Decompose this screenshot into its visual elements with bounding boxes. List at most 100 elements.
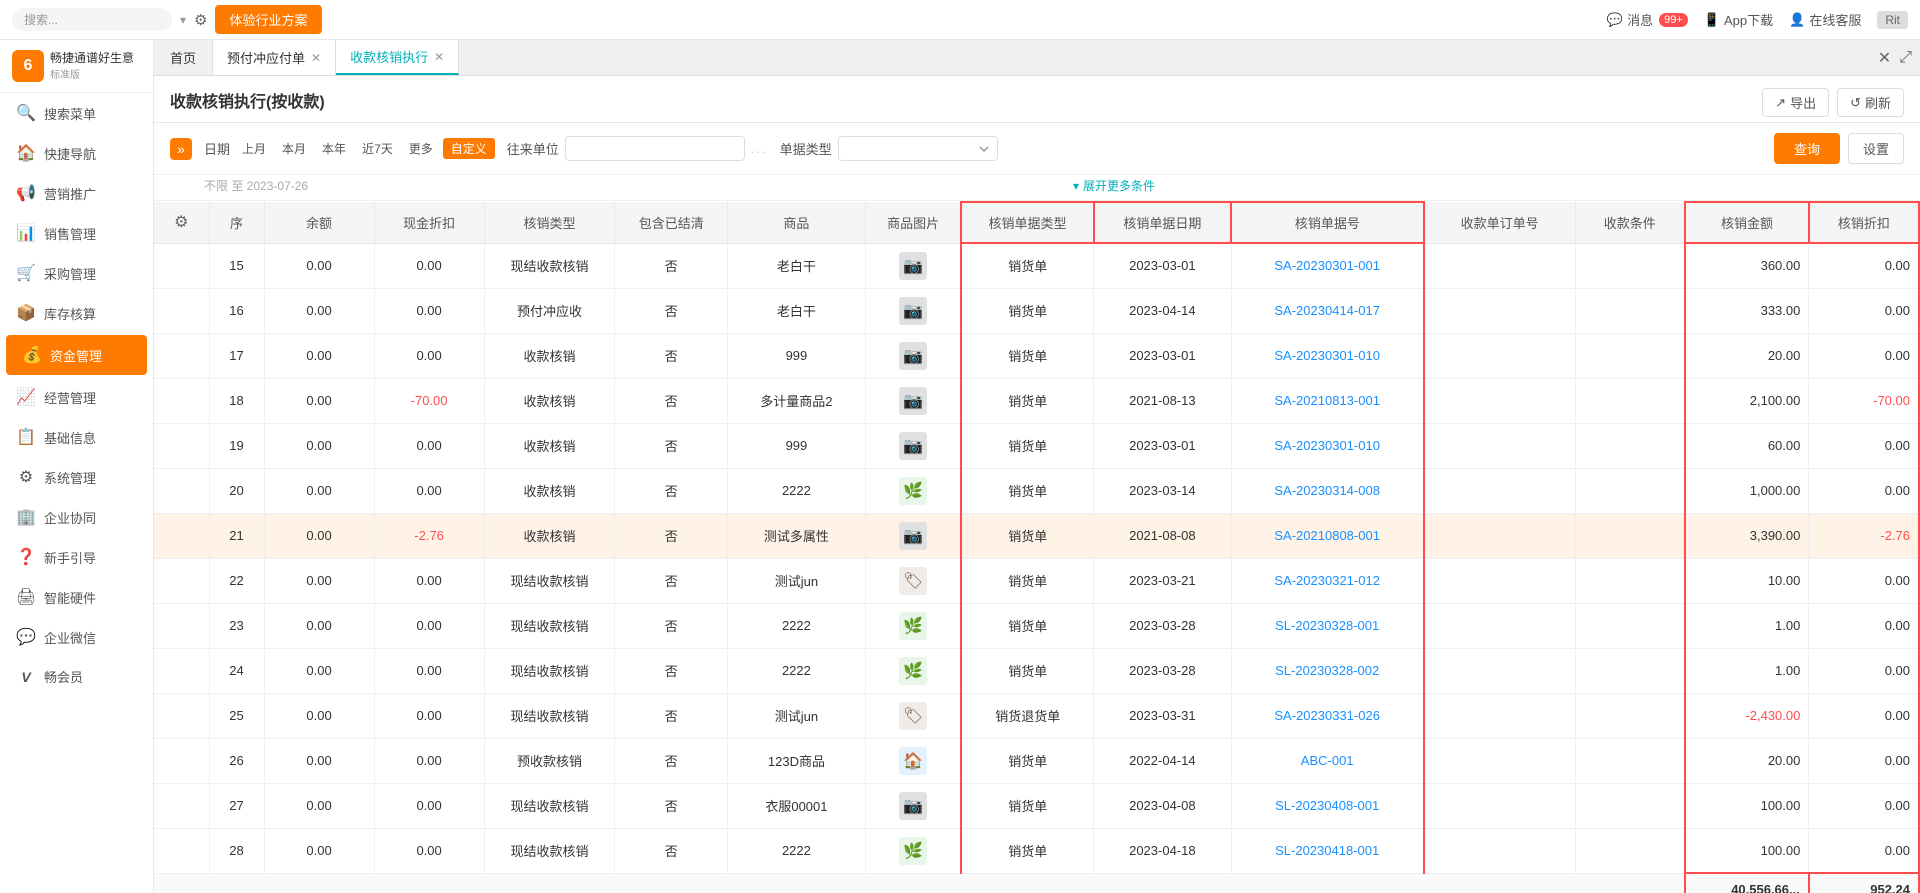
filter-collapse-button[interactable]: » (170, 138, 192, 160)
bill-no-link[interactable]: ABC-001 (1301, 753, 1354, 768)
bill-no-link[interactable]: SL-20230418-001 (1275, 843, 1379, 858)
cell-write-off-bill-type: 销货单 (961, 468, 1093, 513)
sidebar-item-member[interactable]: V 畅会员 (0, 657, 153, 696)
tab-fullscreen-button[interactable]: ⤢ (1899, 49, 1912, 67)
cell-write-off-type: 现结收款核销 (484, 783, 615, 828)
date-last-month-button[interactable]: 上月 (236, 138, 272, 159)
top-search-box[interactable]: 搜索... (12, 8, 172, 31)
source-unit-input[interactable] (565, 136, 745, 161)
bill-no-link[interactable]: SA-20230331-026 (1274, 708, 1380, 723)
tab-home[interactable]: 首页 (154, 40, 213, 75)
sidebar-item-quick-nav[interactable]: 🏠 快捷导航 (0, 133, 153, 173)
cell-write-off-bill-type: 销货退货单 (961, 693, 1093, 738)
cell-write-off-bill-no: SA-20230331-026 (1231, 693, 1424, 738)
tab-prepay-close-icon[interactable]: ✕ (311, 51, 321, 65)
bill-no-link[interactable]: SL-20230328-002 (1275, 663, 1379, 678)
query-button[interactable]: 查询 (1774, 133, 1840, 164)
sidebar-item-wechat[interactable]: 💬 企业微信 (0, 617, 153, 657)
cell-write-off-type: 预收款核销 (484, 738, 615, 783)
sidebar-label-hardware: 智能硬件 (44, 588, 96, 607)
app-download-button[interactable]: 📱 App下载 (1704, 10, 1773, 29)
sidebar-item-finance[interactable]: 💰 资金管理 (6, 335, 147, 375)
bill-no-link[interactable]: SA-20210808-001 (1274, 528, 1380, 543)
cell-no: 27 (209, 783, 264, 828)
cell-receipt-order-no (1424, 243, 1575, 288)
bill-type-label: 单据类型 (780, 139, 832, 158)
bill-no-link[interactable]: SA-20230301-010 (1274, 348, 1380, 363)
th-include-settled: 包含已结清 (615, 202, 728, 243)
cell-write-off-discount: 0.00 (1809, 243, 1919, 288)
date-custom-button[interactable]: 自定义 (443, 138, 495, 159)
table-container[interactable]: ⚙ 序 余额 现金折扣 核销类型 包含已结清 商品 商品图片 核销单据类型 核销… (154, 201, 1920, 893)
logo-text-block: 畅捷通谱好生意 标准版 (50, 51, 134, 82)
settings-button[interactable]: 设置 (1848, 133, 1904, 164)
cell-write-off-bill-no: SA-20230301-001 (1231, 243, 1424, 288)
bill-no-link[interactable]: SA-20230321-012 (1274, 573, 1380, 588)
cell-cash-discount: 0.00 (374, 333, 484, 378)
sidebar-item-marketing[interactable]: 📢 营销推广 (0, 173, 153, 213)
cell-write-off-amount: 60.00 (1685, 423, 1809, 468)
column-settings-button[interactable]: ⚙ (174, 212, 188, 232)
bill-no-link[interactable]: SA-20230301-001 (1274, 258, 1380, 273)
sidebar-item-purchase[interactable]: 🛒 采购管理 (0, 253, 153, 293)
sidebar-item-guide[interactable]: ❓ 新手引导 (0, 537, 153, 577)
bill-no-link[interactable]: SA-20230414-017 (1274, 303, 1380, 318)
cell-write-off-type: 收款核销 (484, 378, 615, 423)
user-name[interactable]: Rit (1877, 11, 1908, 29)
cell-no: 23 (209, 603, 264, 648)
dropdown-arrow-icon[interactable]: ▾ (180, 13, 186, 27)
sidebar-item-search[interactable]: 🔍 搜索菜单 (0, 93, 153, 133)
table-body: 15 0.00 0.00 现结收款核销 否 老白干 📷 销货单 2023-03-… (154, 243, 1919, 873)
expand-more-button[interactable]: ▾ 展开更多条件 (1073, 177, 1155, 194)
date-7days-button[interactable]: 近7天 (356, 138, 399, 159)
cell-cash-discount: 0.00 (374, 738, 484, 783)
cell-write-off-date: 2023-03-01 (1094, 333, 1232, 378)
cell-write-off-bill-type: 销货单 (961, 513, 1093, 558)
bill-type-select[interactable] (838, 136, 998, 161)
sidebar-item-enterprise[interactable]: 🏢 企业协同 (0, 497, 153, 537)
date-this-month-button[interactable]: 本月 (276, 138, 312, 159)
bill-no-link[interactable]: SA-20230301-010 (1274, 438, 1380, 453)
cell-cash-discount: 0.00 (374, 603, 484, 648)
product-image: 🏠 (899, 747, 927, 775)
cell-settings (154, 738, 209, 783)
cell-receipt-order-no (1424, 558, 1575, 603)
cell-no: 28 (209, 828, 264, 873)
tab-prepay[interactable]: 预付冲应付单 ✕ (213, 40, 336, 75)
cell-write-off-bill-no: SL-20230328-001 (1231, 603, 1424, 648)
sidebar-item-operation[interactable]: 📈 经营管理 (0, 377, 153, 417)
sidebar-item-system[interactable]: ⚙ 系统管理 (0, 457, 153, 497)
tab-write-off[interactable]: 收款核销执行 ✕ (336, 40, 459, 75)
cell-product: 测试多属性 (728, 513, 866, 558)
bill-no-link[interactable]: SL-20230328-001 (1275, 618, 1379, 633)
cell-cash-discount: -70.00 (374, 378, 484, 423)
inventory-icon: 📦 (16, 303, 36, 323)
cell-write-off-type: 预付冲应收 (484, 288, 615, 333)
product-image: 🌿 (899, 837, 927, 865)
cell-balance: 0.00 (264, 513, 374, 558)
bill-no-link[interactable]: SA-20210813-001 (1274, 393, 1380, 408)
sidebar-item-basic-info[interactable]: 📋 基础信息 (0, 417, 153, 457)
messages-button[interactable]: 💬 消息 99+ (1607, 10, 1688, 29)
settings-icon[interactable]: ⚙ (194, 11, 207, 29)
refresh-button[interactable]: ↺ 刷新 (1837, 88, 1904, 117)
online-service-button[interactable]: 👤 在线客服 (1789, 10, 1861, 29)
date-more-button[interactable]: 更多 (403, 138, 439, 159)
tab-close-all-button[interactable]: ✕ (1878, 48, 1891, 68)
cell-cash-discount: 0.00 (374, 558, 484, 603)
cell-product: 999 (728, 333, 866, 378)
tab-write-off-close-icon[interactable]: ✕ (434, 50, 444, 64)
bill-no-link[interactable]: SL-20230408-001 (1275, 798, 1379, 813)
cell-receipt-condition (1575, 378, 1685, 423)
top-bar-right: 💬 消息 99+ 📱 App下载 👤 在线客服 Rit (1607, 10, 1908, 29)
cell-settings (154, 783, 209, 828)
sidebar-item-hardware[interactable]: 🖨 智能硬件 (0, 577, 153, 617)
cell-write-off-amount: 20.00 (1685, 738, 1809, 783)
date-this-year-button[interactable]: 本年 (316, 138, 352, 159)
sidebar-item-inventory[interactable]: 📦 库存核算 (0, 293, 153, 333)
export-button[interactable]: ↗ 导出 (1762, 88, 1829, 117)
sidebar-item-sales[interactable]: 📊 销售管理 (0, 213, 153, 253)
cell-cash-discount: 0.00 (374, 288, 484, 333)
industry-solution-button[interactable]: 体验行业方案 (215, 5, 321, 34)
bill-no-link[interactable]: SA-20230314-008 (1274, 483, 1380, 498)
